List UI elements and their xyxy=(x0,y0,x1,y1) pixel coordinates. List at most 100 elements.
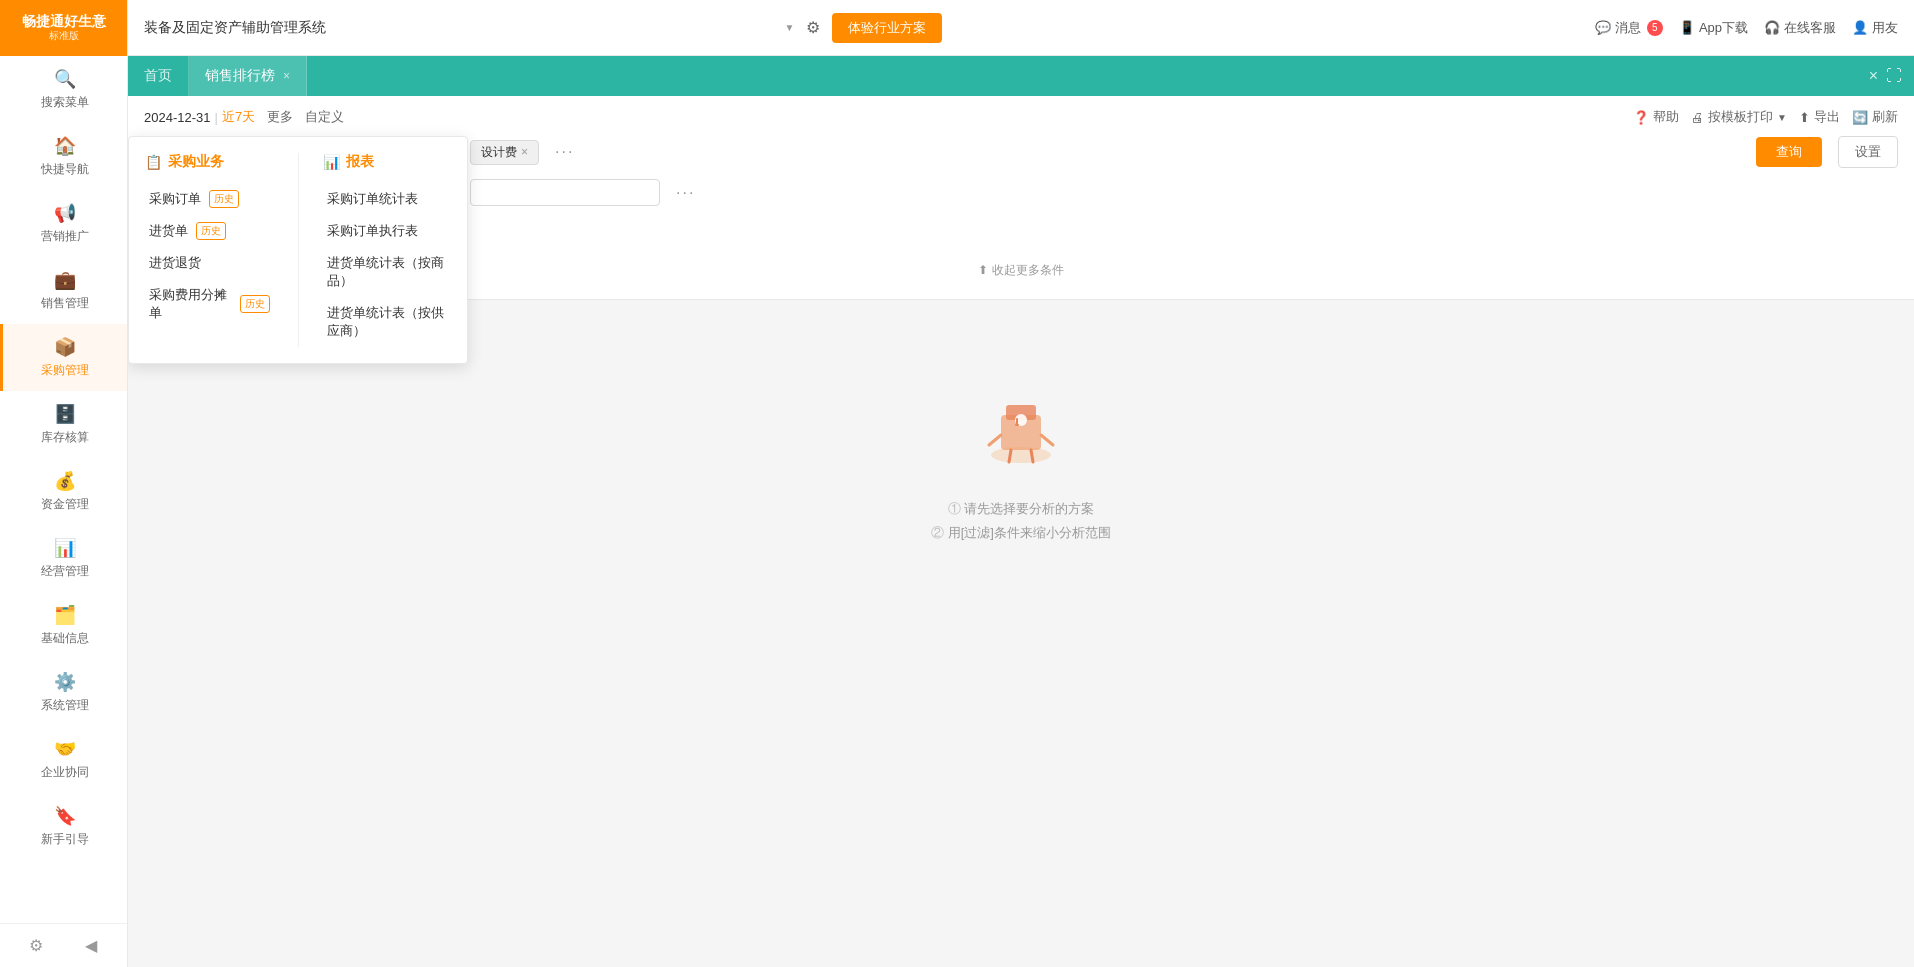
sidebar-label-search: 搜索菜单 xyxy=(41,94,89,111)
menu-item-stock-in[interactable]: 进货单 历史 xyxy=(145,215,274,247)
search-icon: 🔍 xyxy=(54,68,76,90)
menu-item-stock-stats-supplier[interactable]: 进货单统计表（按供应商） xyxy=(323,297,452,347)
main-area: 装备及固定资产辅助管理系统 ▼ ⚙ 体验行业方案 💬 消息 5 📱 App下载 … xyxy=(128,0,1914,967)
purchase-icon: 📦 xyxy=(54,336,76,358)
topbar-right: 💬 消息 5 📱 App下载 🎧 在线客服 👤 用友 xyxy=(1595,19,1898,37)
svg-rect-5 xyxy=(1015,424,1019,426)
sidebar-label-sales: 销售管理 xyxy=(41,295,89,312)
help-label: 帮助 xyxy=(1653,108,1679,126)
message-icon: 💬 xyxy=(1595,20,1611,35)
menu-item-purchase-order[interactable]: 采购订单 历史 xyxy=(145,183,274,215)
topbar-settings-icon[interactable]: ⚙ xyxy=(806,18,820,37)
settings-button[interactable]: 设置 xyxy=(1838,136,1898,168)
purchase-order-label: 采购订单 xyxy=(149,190,201,208)
window-close-icon[interactable]: × xyxy=(1869,67,1878,85)
sidebar-item-finance[interactable]: 💰 资金管理 xyxy=(0,458,127,525)
sidebar-label-guide: 新手引导 xyxy=(41,831,89,848)
empty-line2: ② 用[过滤]条件来缩小分析范围 xyxy=(931,524,1111,542)
sidebar: 畅捷通好生意 标准版 🔍 搜索菜单 🏠 快捷导航 📢 营销推广 💼 销售管理 📦… xyxy=(0,0,128,967)
app-download-label: App下载 xyxy=(1699,19,1748,37)
goods-tag-text: 设计费 xyxy=(481,144,517,161)
notification-label: 消息 xyxy=(1615,19,1641,37)
menu-item-stock-stats-goods[interactable]: 进货单统计表（按商品） xyxy=(323,247,452,297)
query-button[interactable]: 查询 xyxy=(1756,137,1822,167)
window-maximize-icon[interactable]: ⛶ xyxy=(1886,67,1902,85)
print-btn[interactable]: 🖨 按模板打印 ▼ xyxy=(1691,108,1787,126)
sidebar-collapse-btn[interactable]: ◀ xyxy=(68,936,116,955)
goods-tag-remove[interactable]: × xyxy=(521,145,528,159)
refresh-label: 刷新 xyxy=(1872,108,1898,126)
date-value: 2024-12-31 xyxy=(144,110,211,125)
sidebar-item-search[interactable]: 🔍 搜索菜单 xyxy=(0,56,127,123)
tab-home[interactable]: 首页 xyxy=(128,56,189,96)
collapse-text: 收起更多条件 xyxy=(992,263,1064,277)
notification-btn[interactable]: 💬 消息 5 xyxy=(1595,19,1663,37)
svg-line-9 xyxy=(1031,450,1033,462)
export-label: 导出 xyxy=(1814,108,1840,126)
menu-item-order-exec[interactable]: 采购订单执行表 xyxy=(323,215,452,247)
collapse-icon: ⬆ xyxy=(978,263,988,277)
date-shortcut-more[interactable]: 更多 xyxy=(267,108,293,126)
sidebar-item-guide[interactable]: 🔖 新手引导 xyxy=(0,793,127,860)
date-shortcut-7days[interactable]: 近7天 xyxy=(222,108,255,126)
logo-sub-text: 标准版 xyxy=(49,29,79,43)
svg-line-6 xyxy=(989,435,1001,445)
sidebar-item-collab[interactable]: 🤝 企业协同 xyxy=(0,726,127,793)
basic-icon: 🗂️ xyxy=(54,604,76,626)
sidebar-item-system[interactable]: ⚙️ 系统管理 xyxy=(0,659,127,726)
sidebar-item-sales[interactable]: 💼 销售管理 xyxy=(0,257,127,324)
toolbar-right: ❓ 帮助 🖨 按模板打印 ▼ ⬆ 导出 🔄 刷新 xyxy=(1633,108,1898,126)
app-download-btn[interactable]: 📱 App下载 xyxy=(1679,19,1748,37)
purchase-col-icon: 📋 xyxy=(145,154,162,170)
sidebar-item-marketing[interactable]: 📢 营销推广 xyxy=(0,190,127,257)
svg-line-7 xyxy=(1041,435,1053,445)
sidebar-settings-btn[interactable]: ⚙ xyxy=(12,936,60,955)
window-controls: × ⛶ xyxy=(1857,67,1914,85)
phone-icon: 📱 xyxy=(1679,20,1695,35)
help-icon: ❓ xyxy=(1633,110,1649,125)
user-btn[interactable]: 👤 用友 xyxy=(1852,19,1898,37)
purchase-col-title: 📋 采购业务 xyxy=(145,153,274,171)
user-label: 用友 xyxy=(1872,19,1898,37)
sidebar-item-business[interactable]: 📊 经营管理 xyxy=(0,525,127,592)
industry-plan-button[interactable]: 体验行业方案 xyxy=(832,13,942,43)
sidebar-item-inventory[interactable]: 🗄️ 库存核算 xyxy=(0,391,127,458)
help-btn[interactable]: ❓ 帮助 xyxy=(1633,108,1679,126)
title-dropdown-arrow[interactable]: ▼ xyxy=(784,22,794,33)
empty-illustration xyxy=(971,380,1071,480)
purchase-order-history: 历史 xyxy=(209,190,239,208)
menu-item-return[interactable]: 进货退货 xyxy=(145,247,274,279)
sidebar-item-quicknav[interactable]: 🏠 快捷导航 xyxy=(0,123,127,190)
sidebar-item-basic[interactable]: 🗂️ 基础信息 xyxy=(0,592,127,659)
online-service-btn[interactable]: 🎧 在线客服 xyxy=(1764,19,1836,37)
sidebar-label-quicknav: 快捷导航 xyxy=(41,161,89,178)
home-icon: 🏠 xyxy=(54,135,76,157)
goods-more[interactable]: ··· xyxy=(555,143,574,161)
tab-home-label: 首页 xyxy=(144,67,172,85)
sidebar-label-finance: 资金管理 xyxy=(41,496,89,513)
export-btn[interactable]: ⬆ 导出 xyxy=(1799,108,1840,126)
notification-badge: 5 xyxy=(1647,20,1663,36)
menu-item-order-stats[interactable]: 采购订单统计表 xyxy=(323,183,452,215)
date-separator: | xyxy=(215,110,218,125)
print-dropdown-arrow[interactable]: ▼ xyxy=(1777,112,1787,123)
tab-sales-rank[interactable]: 销售排行榜 × xyxy=(189,56,307,96)
tab-close-icon[interactable]: × xyxy=(283,69,290,83)
stock-in-label: 进货单 xyxy=(149,222,188,240)
sales-icon: 💼 xyxy=(54,269,76,291)
salesman-more[interactable]: ··· xyxy=(676,184,695,202)
date-shortcut-custom[interactable]: 自定义 xyxy=(305,108,344,126)
purchase-menu-col: 📋 采购业务 采购订单 历史 进货单 历史 进货退货 xyxy=(145,153,274,347)
menu-item-expense[interactable]: 采购费用分摊单 历史 xyxy=(145,279,274,329)
sidebar-label-inventory: 库存核算 xyxy=(41,429,89,446)
inventory-icon: 🗄️ xyxy=(54,403,76,425)
business-icon: 📊 xyxy=(54,537,76,559)
empty-text-2: 用[过滤]条件来缩小分析范围 xyxy=(948,525,1111,540)
salesman-input[interactable] xyxy=(470,179,660,206)
sidebar-bottom: ⚙ ◀ xyxy=(0,923,127,967)
refresh-btn[interactable]: 🔄 刷新 xyxy=(1852,108,1898,126)
online-service-label: 在线客服 xyxy=(1784,19,1836,37)
sidebar-item-purchase[interactable]: 📦 采购管理 xyxy=(0,324,127,391)
sidebar-label-collab: 企业协同 xyxy=(41,764,89,781)
goods-tag: 设计费 × xyxy=(470,140,539,165)
